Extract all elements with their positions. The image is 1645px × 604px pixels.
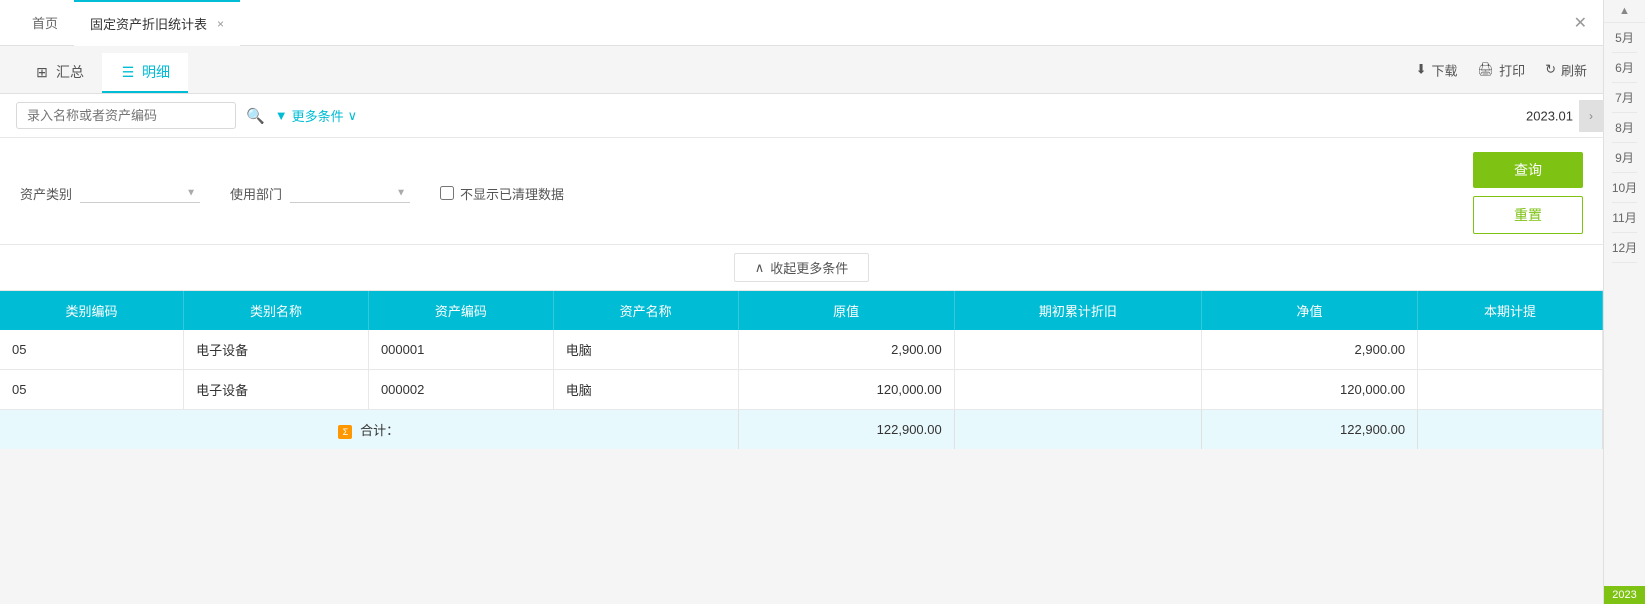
window-close-button[interactable]: ✕ xyxy=(1574,13,1587,33)
footer-accum-depreciation xyxy=(954,410,1201,450)
table-row: 05 电子设备 000001 电脑 2,900.00 2,900.00 xyxy=(0,330,1603,370)
cell-accum-depreciation xyxy=(954,370,1201,410)
col-asset-code: 资产编码 xyxy=(368,291,553,330)
cell-current-depreciation xyxy=(1418,330,1603,370)
more-filter-label: 更多条件 xyxy=(292,106,344,125)
cell-asset-name: 电脑 xyxy=(553,330,738,370)
table-container: 类别编码 类别名称 资产编码 资产名称 原值 期初累计折旧 净值 本期计提 05… xyxy=(0,291,1603,449)
cell-cat-name: 电子设备 xyxy=(184,330,369,370)
footer-label-cell: Σ 合计： xyxy=(0,410,738,450)
footer-net-value: 122,900.00 xyxy=(1201,410,1417,450)
cell-asset-name: 电脑 xyxy=(553,370,738,410)
hide-cleared-checkbox[interactable] xyxy=(440,186,454,200)
asset-type-select-wrapper: ▼ xyxy=(80,183,200,203)
col-original-value: 原值 xyxy=(738,291,954,330)
sidebar-month-item[interactable]: 10月 xyxy=(1612,173,1637,203)
filter-icon: ▼ xyxy=(275,108,288,123)
right-sidebar: ▲ 5月6月7月8月9月10月11月12月 2023 xyxy=(1603,0,1645,604)
print-icon: 🖨 xyxy=(1478,62,1495,78)
cell-asset-code: 000001 xyxy=(368,330,553,370)
refresh-button[interactable]: ↻ 刷新 xyxy=(1545,60,1587,79)
hide-cleared-wrapper: 不显示已清理数据 xyxy=(440,184,564,203)
sidebar-month-item[interactable]: 6月 xyxy=(1612,53,1637,83)
print-button[interactable]: 🖨 打印 xyxy=(1478,60,1526,79)
collapse-button[interactable]: ∧ 收起更多条件 xyxy=(734,253,870,282)
table-row: 05 电子设备 000002 电脑 120,000.00 120,000.00 xyxy=(0,370,1603,410)
download-label: 下载 xyxy=(1432,60,1458,79)
col-net-value: 净值 xyxy=(1201,291,1417,330)
search-input[interactable] xyxy=(16,102,236,129)
detail-label: 明细 xyxy=(142,62,170,82)
sidebar-month-item[interactable]: 7月 xyxy=(1612,83,1637,113)
cell-net-value: 120,000.00 xyxy=(1201,370,1417,410)
department-select-wrapper: ▼ xyxy=(290,183,410,203)
refresh-icon: ↻ xyxy=(1545,62,1556,78)
tab-summary[interactable]: ⊞ 汇总 xyxy=(16,53,102,93)
col-accum-depreciation: 期初累计折旧 xyxy=(954,291,1201,330)
tab-close-icon[interactable]: × xyxy=(217,17,224,31)
search-bar: 🔍 ▼ 更多条件 ∨ 2023.01 › xyxy=(0,94,1603,138)
cell-cat-name: 电子设备 xyxy=(184,370,369,410)
department-select[interactable] xyxy=(290,183,410,203)
chevron-down-icon: ∨ xyxy=(348,108,358,124)
filter-area: 资产类别 ▼ 使用部门 ▼ 不显示已清理数 xyxy=(0,138,1603,245)
sidebar-nav-up[interactable]: ▲ xyxy=(1604,0,1645,23)
reset-button[interactable]: 重置 xyxy=(1473,196,1583,234)
query-button[interactable]: 查询 xyxy=(1473,152,1583,188)
collapse-side-arrow[interactable]: › xyxy=(1579,100,1603,132)
sidebar-month-item[interactable]: 5月 xyxy=(1612,23,1637,53)
collapse-icon: ∧ xyxy=(755,260,765,276)
summary-label: 汇总 xyxy=(56,62,84,82)
asset-type-label: 资产类别 xyxy=(20,184,72,203)
collapse-label: 收起更多条件 xyxy=(770,258,848,277)
download-button[interactable]: ⬇ 下载 xyxy=(1416,60,1458,79)
table-header-row: 类别编码 类别名称 资产编码 资产名称 原值 期初累计折旧 净值 本期计提 xyxy=(0,291,1603,330)
sidebar-month-item[interactable]: 8月 xyxy=(1612,113,1637,143)
date-label: 2023.01 xyxy=(1526,108,1573,123)
hide-cleared-label: 不显示已清理数据 xyxy=(460,184,564,203)
col-asset-name: 资产名称 xyxy=(553,291,738,330)
detail-icon: ☰ xyxy=(120,64,136,80)
department-field: 使用部门 ▼ xyxy=(230,183,410,203)
download-icon: ⬇ xyxy=(1416,62,1427,78)
tab-label: 固定资产折旧统计表 xyxy=(90,14,207,33)
tab-detail[interactable]: ☰ 明细 xyxy=(102,53,188,93)
action-buttons: 查询 重置 xyxy=(1473,152,1583,234)
table-footer-row: Σ 合计： 122,900.00 122,900.00 xyxy=(0,410,1603,450)
sidebar-year-badge: 2023 xyxy=(1604,586,1645,604)
print-label: 打印 xyxy=(1499,60,1525,79)
main-tab[interactable]: 固定资产折旧统计表 × xyxy=(74,0,240,46)
cell-cat-code: 05 xyxy=(0,370,184,410)
col-current-depreciation: 本期计提 xyxy=(1418,291,1603,330)
department-label: 使用部门 xyxy=(230,184,282,203)
col-cat-name: 类别名称 xyxy=(184,291,369,330)
cell-original-value: 2,900.00 xyxy=(738,330,954,370)
sidebar-month-item[interactable]: 12月 xyxy=(1612,233,1637,263)
summary-icon: ⊞ xyxy=(34,64,50,80)
more-filter-button[interactable]: ▼ 更多条件 ∨ xyxy=(275,106,357,125)
asset-type-select[interactable] xyxy=(80,183,200,203)
toolbar-right: ⬇ 下载 🖨 打印 ↻ 刷新 xyxy=(1416,60,1587,79)
col-cat-code: 类别编码 xyxy=(0,291,184,330)
cell-current-depreciation xyxy=(1418,370,1603,410)
filter-row-1: 资产类别 ▼ 使用部门 ▼ 不显示已清理数 xyxy=(20,152,1583,234)
sub-tabs-bar: ⊞ 汇总 ☰ 明细 ⬇ 下载 🖨 打印 ↻ 刷新 xyxy=(0,46,1603,94)
data-table: 类别编码 类别名称 资产编码 资产名称 原值 期初累计折旧 净值 本期计提 05… xyxy=(0,291,1603,449)
home-tab[interactable]: 首页 xyxy=(16,13,74,32)
cell-accum-depreciation xyxy=(954,330,1201,370)
collapse-bar: ∧ 收起更多条件 xyxy=(0,245,1603,291)
sidebar-month-item[interactable]: 11月 xyxy=(1612,203,1637,233)
cell-original-value: 120,000.00 xyxy=(738,370,954,410)
cell-asset-code: 000002 xyxy=(368,370,553,410)
footer-current-depreciation xyxy=(1418,410,1603,450)
cell-cat-code: 05 xyxy=(0,330,184,370)
footer-label: 合计： xyxy=(360,423,399,438)
refresh-label: 刷新 xyxy=(1561,60,1587,79)
total-icon: Σ xyxy=(338,425,352,439)
cell-net-value: 2,900.00 xyxy=(1201,330,1417,370)
footer-original-value: 122,900.00 xyxy=(738,410,954,450)
search-icon[interactable]: 🔍 xyxy=(246,107,265,125)
sidebar-month-item[interactable]: 9月 xyxy=(1612,143,1637,173)
asset-type-field: 资产类别 ▼ xyxy=(20,183,200,203)
